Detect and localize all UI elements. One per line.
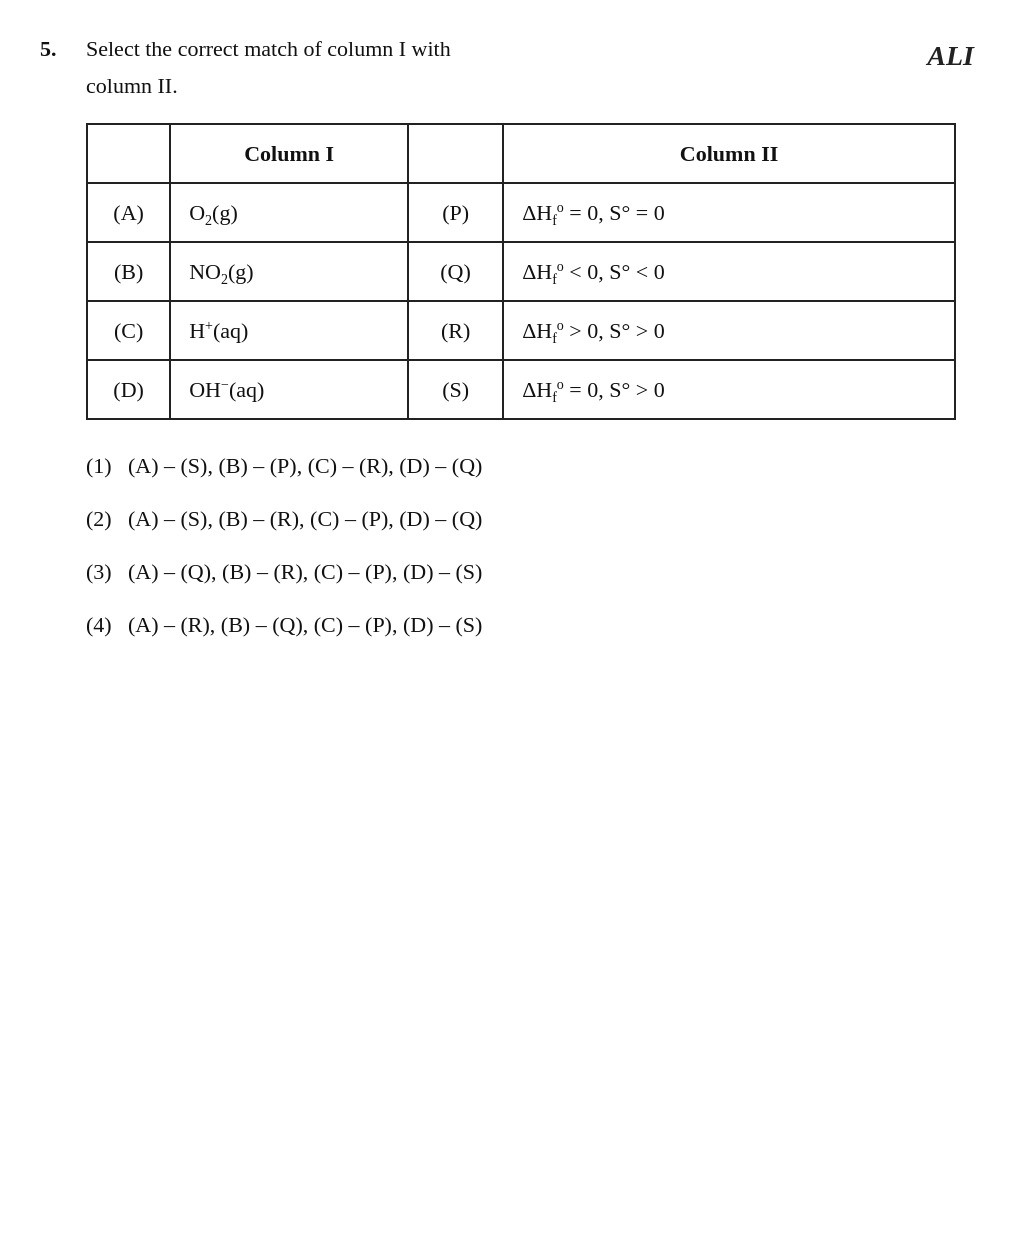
row-A-col-I: O2(g) (170, 183, 408, 242)
table-row: (B) NO2(g) (Q) ΔHfo < 0, S° < 0 (87, 242, 955, 301)
row-D-mid: (S) (408, 360, 503, 419)
row-D-label: (D) (87, 360, 170, 419)
row-D-col-II: ΔHfo = 0, S° > 0 (503, 360, 955, 419)
row-C-col-I: H+(aq) (170, 301, 408, 360)
row-D-col-I: OH−(aq) (170, 360, 408, 419)
option-3-text: (A) – (Q), (B) – (R), (C) – (P), (D) – (… (128, 554, 482, 589)
row-A-label: (A) (87, 183, 170, 242)
brand-tag: ALI (927, 40, 974, 72)
option-2-num: (2) (86, 501, 114, 536)
match-table-container: Column I Column II (A) O2(g) (P) ΔHfo = … (86, 123, 984, 420)
question-text: Select the correct match of column I wit… (86, 30, 451, 105)
row-B-col-I: NO2(g) (170, 242, 408, 301)
table-row: (D) OH−(aq) (S) ΔHfo = 0, S° > 0 (87, 360, 955, 419)
option-4-num: (4) (86, 607, 114, 642)
question-header: 5. Select the correct match of column I … (40, 30, 984, 105)
option-1-text: (A) – (S), (B) – (P), (C) – (R), (D) – (… (128, 448, 482, 483)
list-item[interactable]: (4) (A) – (R), (B) – (Q), (C) – (P), (D)… (86, 607, 984, 642)
row-C-mid: (R) (408, 301, 503, 360)
header-empty (87, 124, 170, 183)
options-list: (1) (A) – (S), (B) – (P), (C) – (R), (D)… (86, 448, 984, 643)
row-C-label: (C) (87, 301, 170, 360)
header-mid-empty (408, 124, 503, 183)
option-2-text: (A) – (S), (B) – (R), (C) – (P), (D) – (… (128, 501, 482, 536)
row-B-col-II: ΔHfo < 0, S° < 0 (503, 242, 955, 301)
match-table: Column I Column II (A) O2(g) (P) ΔHfo = … (86, 123, 956, 420)
row-A-mid: (P) (408, 183, 503, 242)
list-item[interactable]: (1) (A) – (S), (B) – (P), (C) – (R), (D)… (86, 448, 984, 483)
option-4-text: (A) – (R), (B) – (Q), (C) – (P), (D) – (… (128, 607, 482, 642)
row-A-col-II: ΔHfo = 0, S° = 0 (503, 183, 955, 242)
option-3-num: (3) (86, 554, 114, 589)
row-B-label: (B) (87, 242, 170, 301)
row-C-col-II: ΔHfo > 0, S° > 0 (503, 301, 955, 360)
header-column-I: Column I (170, 124, 408, 183)
question-number: 5. (40, 30, 70, 67)
list-item[interactable]: (3) (A) – (Q), (B) – (R), (C) – (P), (D)… (86, 554, 984, 589)
header-column-II: Column II (503, 124, 955, 183)
table-row: (C) H+(aq) (R) ΔHfo > 0, S° > 0 (87, 301, 955, 360)
list-item[interactable]: (2) (A) – (S), (B) – (R), (C) – (P), (D)… (86, 501, 984, 536)
table-row: (A) O2(g) (P) ΔHfo = 0, S° = 0 (87, 183, 955, 242)
row-B-mid: (Q) (408, 242, 503, 301)
option-1-num: (1) (86, 448, 114, 483)
